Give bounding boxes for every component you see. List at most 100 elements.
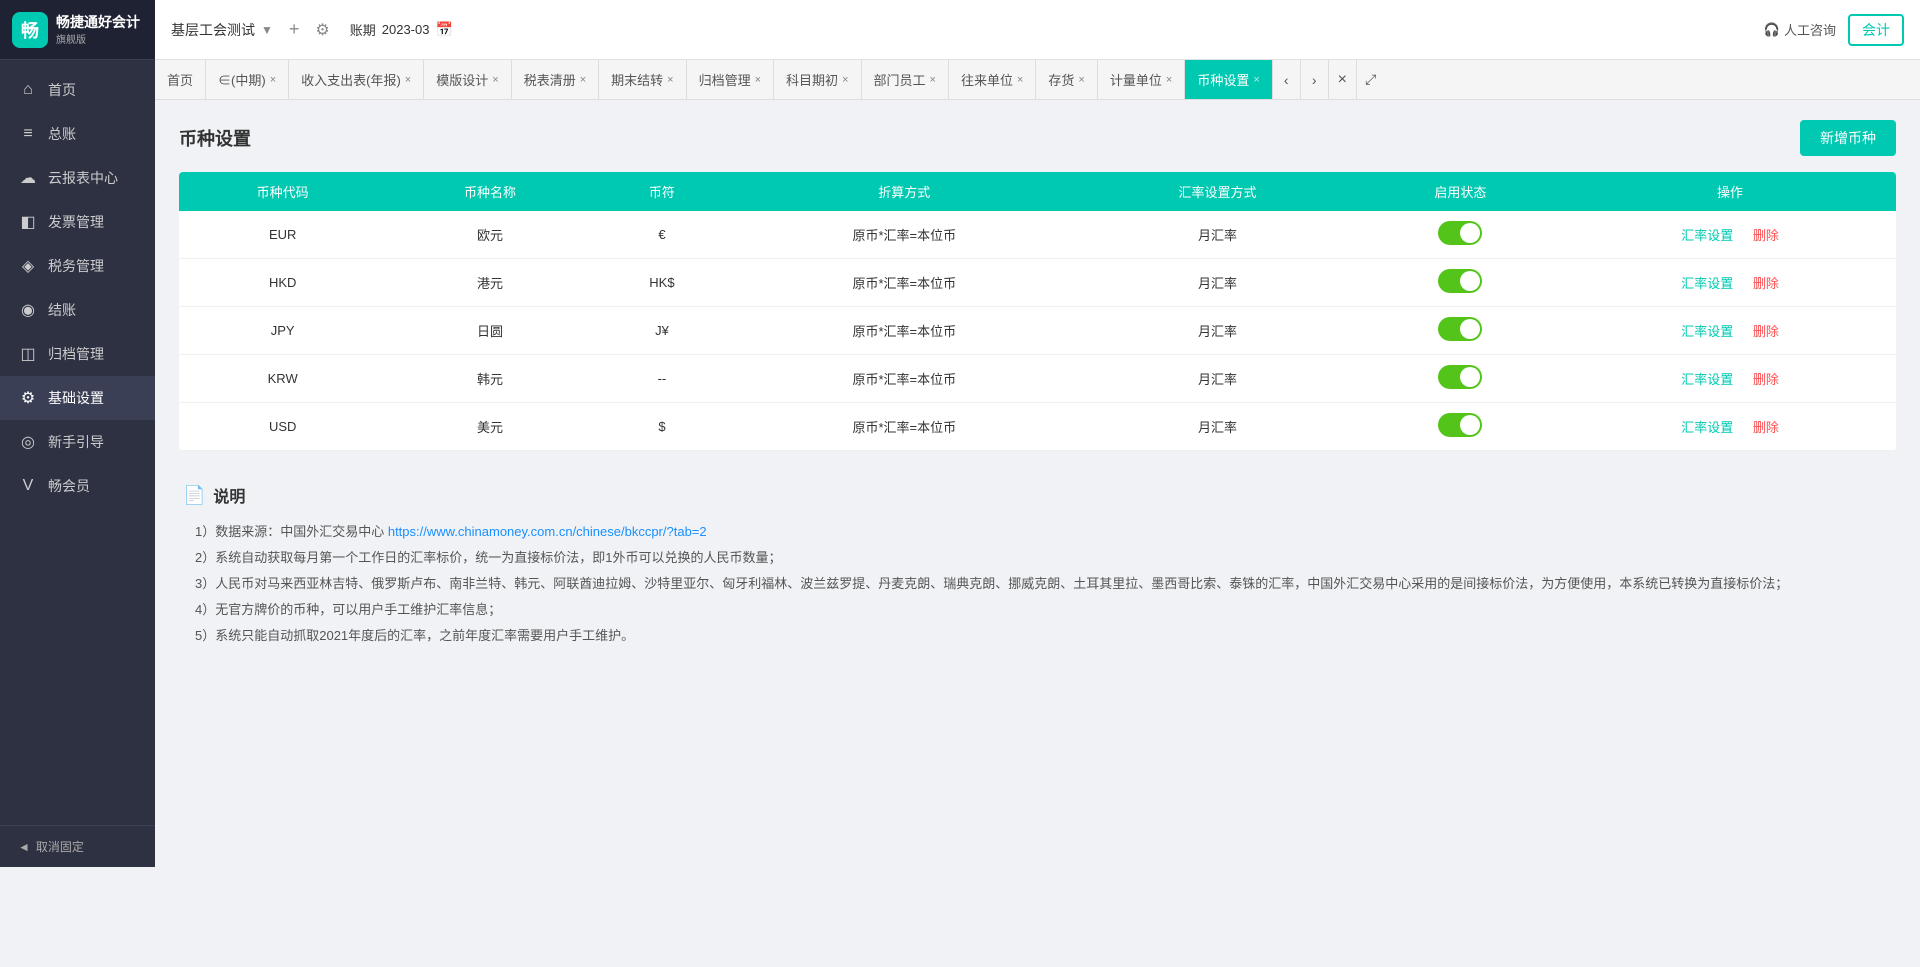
col-calc: 折算方式 [730,172,1078,211]
cell-code-2: JPY [179,307,386,355]
tab-period-end-close[interactable]: × [667,74,673,86]
tab-staff-close[interactable]: × [930,74,936,86]
archive-icon: ◫ [18,344,38,364]
sidebar-item-tax[interactable]: ◈ 税务管理 [0,244,155,288]
tab-template-label: 模版设计 [436,70,488,89]
tab-archive-close[interactable]: × [755,74,761,86]
note-item-4: 4）无官方牌价的币种，可以用户手工维护汇率信息； [195,597,1892,623]
tab-inventory[interactable]: 存货 × [1036,60,1097,100]
tab-period-end[interactable]: 期末结转 × [599,60,686,100]
tab-taxbook-close[interactable]: × [580,74,586,86]
col-name: 币种名称 [386,172,593,211]
tab-expand-button[interactable]: ⤢ [1357,60,1385,100]
tab-subjects[interactable]: 科目期初 × [774,60,861,100]
rate-set-btn-3[interactable]: 汇率设置 [1681,369,1733,388]
tab-unit-close[interactable]: × [1166,74,1172,86]
tab-template-close[interactable]: × [492,74,498,86]
tab-template[interactable]: 模版设计 × [424,60,511,100]
col-code: 币种代码 [179,172,386,211]
delete-btn-4[interactable]: 删除 [1753,417,1779,436]
tab-taxbook[interactable]: 税表清册 × [512,60,599,100]
sidebar-item-reports[interactable]: ☁ 云报表中心 [0,156,155,200]
tab-income-close[interactable]: × [405,74,411,86]
tab-currency-label: 币种设置 [1197,70,1249,89]
sidebar-item-ledger[interactable]: ≡ 总账 [0,112,155,156]
sidebar-item-home[interactable]: ⌂ 首页 [0,68,155,112]
tab-taxbook-label: 税表清册 [524,70,576,89]
delete-btn-0[interactable]: 删除 [1753,225,1779,244]
sidebar-item-settle[interactable]: ◉ 结账 [0,288,155,332]
cell-symbol-4: $ [594,403,730,451]
toggle-0[interactable] [1438,221,1482,245]
table-row: USD 美元 $ 原币*汇率=本位币 月汇率 汇率设置 删除 [179,403,1896,451]
tab-currency-close[interactable]: × [1253,74,1259,86]
settle-icon: ◉ [18,300,38,320]
toggle-3[interactable] [1438,365,1482,389]
cell-name-2: 日圆 [386,307,593,355]
help-button[interactable]: 🎧 人工咨询 [1764,20,1836,39]
rate-set-btn-2[interactable]: 汇率设置 [1681,321,1733,340]
tab-clients-close[interactable]: × [1017,74,1023,86]
sidebar-pin-toggle[interactable]: ◄ 取消固定 [0,825,155,867]
toggle-wrap-3 [1438,365,1482,389]
notes-link[interactable]: https://www.chinamoney.com.cn/chinese/bk… [388,524,707,539]
sidebar-item-ledger-label: 总账 [48,124,76,144]
toggle-4[interactable] [1438,413,1482,437]
delete-btn-1[interactable]: 删除 [1753,273,1779,292]
sidebar-item-archive[interactable]: ◫ 归档管理 [0,332,155,376]
notes-section: 📄 说明 1）数据来源：中国外汇交易中心 https://www.chinamo… [179,483,1896,649]
tab-temp[interactable]: ∈(中期) × [206,60,289,100]
sidebar: 畅 畅捷通好会计 旗舰版 ⌂ 首页 ≡ 总账 ☁ 云报表中心 ◧ 发票管理 ◈ … [0,0,155,867]
sidebar-item-member[interactable]: V 畅会员 [0,464,155,508]
rate-set-btn-1[interactable]: 汇率设置 [1681,273,1733,292]
note-item-1: 1）数据来源：中国外汇交易中心 https://www.chinamoney.c… [195,519,1892,545]
tab-home[interactable]: 首页 [155,60,206,100]
sidebar-item-settings-label: 基础设置 [48,388,104,408]
page-header: 币种设置 新增币种 [179,120,1896,156]
sidebar-item-settings[interactable]: ⚙ 基础设置 [0,376,155,420]
headset-icon: 🎧 [1764,22,1780,38]
tab-unit[interactable]: 计量单位 × [1098,60,1185,100]
calendar-icon[interactable]: 📅 [435,21,452,38]
toggle-1[interactable] [1438,269,1482,293]
tab-subjects-close[interactable]: × [842,74,848,86]
cell-symbol-0: € [594,211,730,259]
company-settings-button[interactable]: ⚙ [315,20,329,40]
cell-actions-3: 汇率设置 删除 [1564,355,1896,403]
tab-staff[interactable]: 部门员工 × [862,60,949,100]
toggle-2[interactable] [1438,317,1482,341]
tab-income[interactable]: 收入支出表(年报) × [289,60,424,100]
tab-archive[interactable]: 归档管理 × [687,60,774,100]
topbar-right: 🎧 人工咨询 会计 [1764,14,1904,46]
rate-set-btn-0[interactable]: 汇率设置 [1681,225,1733,244]
company-selector[interactable]: 基层工会测试 ▼ [171,20,273,40]
tab-next-button[interactable]: › [1301,60,1329,100]
new-currency-button[interactable]: 新增币种 [1800,120,1896,156]
delete-btn-2[interactable]: 删除 [1753,321,1779,340]
period-value[interactable]: 2023-03 [382,22,430,37]
cell-calc-2: 原币*汇率=本位币 [730,307,1078,355]
cell-name-3: 韩元 [386,355,593,403]
delete-btn-3[interactable]: 删除 [1753,369,1779,388]
tab-inventory-close[interactable]: × [1078,74,1084,86]
account-button[interactable]: 会计 [1848,14,1904,46]
cell-status-0 [1357,211,1564,259]
cell-status-3 [1357,355,1564,403]
cell-code-3: KRW [179,355,386,403]
tab-temp-close[interactable]: × [270,74,276,86]
cell-name-4: 美元 [386,403,593,451]
tab-prev-button[interactable]: ‹ [1273,60,1301,100]
cloud-icon: ☁ [18,168,38,188]
tab-close-all-button[interactable]: × [1329,60,1357,100]
rate-set-btn-4[interactable]: 汇率设置 [1681,417,1733,436]
sidebar-item-guide[interactable]: ◎ 新手引导 [0,420,155,464]
tab-currency[interactable]: 币种设置 × [1185,60,1272,100]
tab-clients[interactable]: 往来单位 × [949,60,1036,100]
tab-inventory-label: 存货 [1048,70,1074,89]
add-tab-button[interactable]: + [285,15,304,44]
cell-code-0: EUR [179,211,386,259]
cell-rate-type-0: 月汇率 [1078,211,1356,259]
sidebar-item-invoice[interactable]: ◧ 发票管理 [0,200,155,244]
cell-rate-type-4: 月汇率 [1078,403,1356,451]
invoice-icon: ◧ [18,212,38,232]
